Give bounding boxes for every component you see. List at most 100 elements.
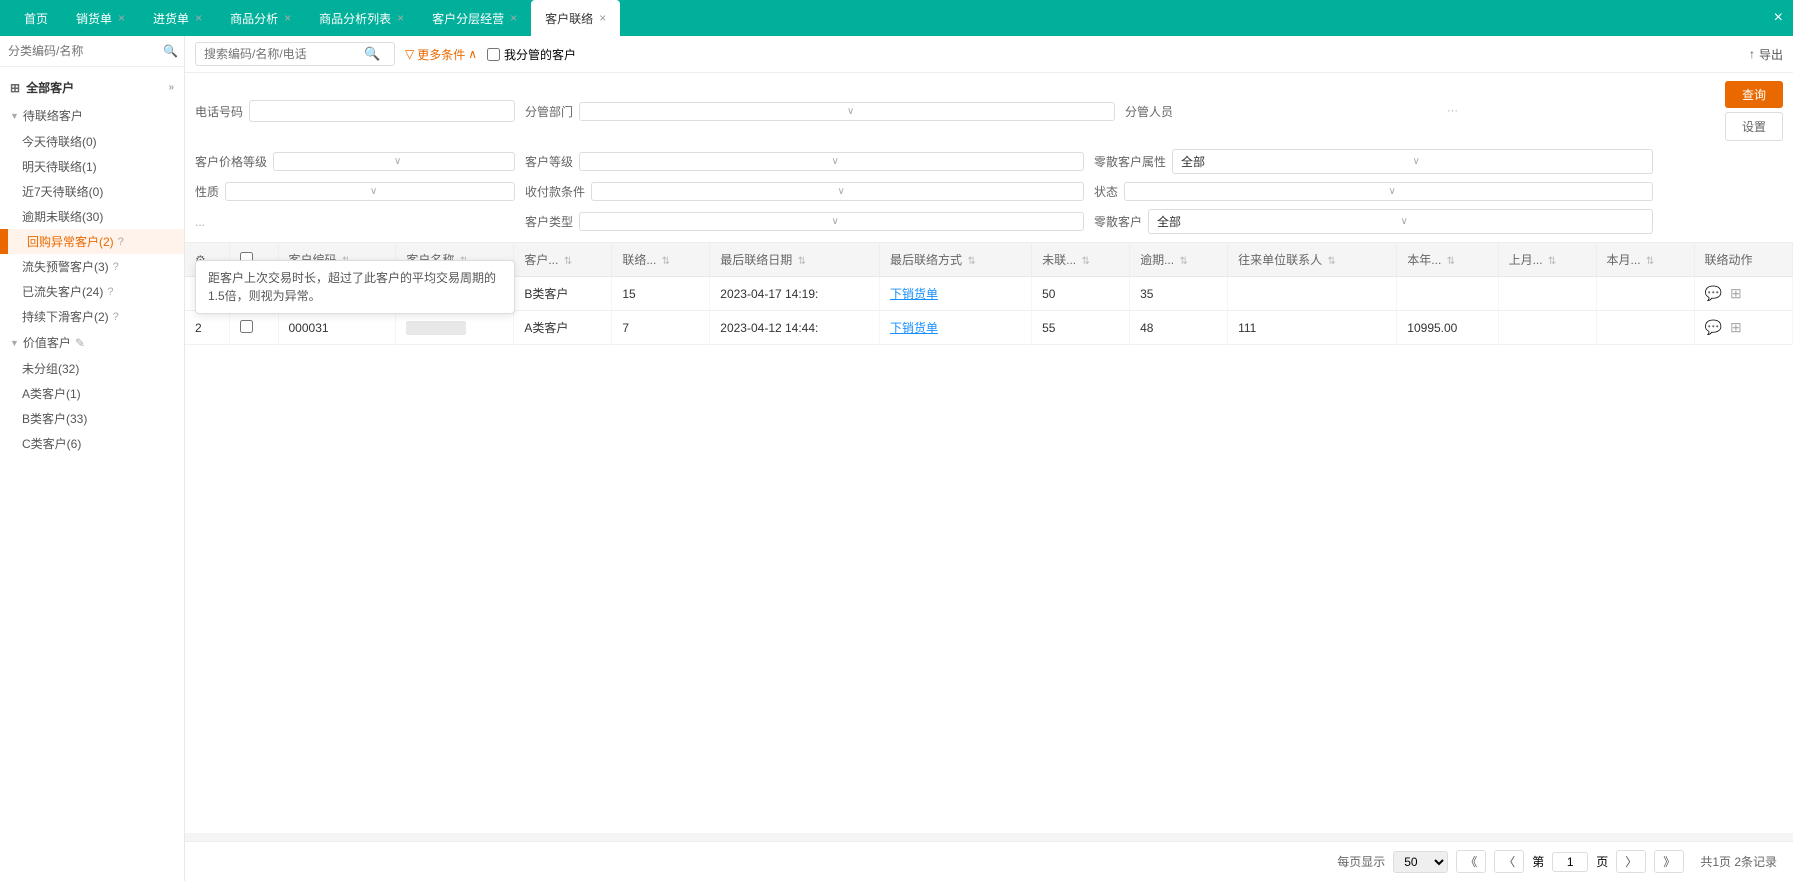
customer-type-chev-icon: ∨ <box>832 216 1076 227</box>
query-button[interactable]: 查询 <box>1725 81 1783 108</box>
sidebar-value-group[interactable]: ▼ 价值客户 ✎ <box>0 329 184 356</box>
declining-info-icon[interactable]: ? <box>113 311 119 323</box>
more-dots-icon[interactable]: ... <box>195 215 205 229</box>
phone-input[interactable] <box>249 100 515 122</box>
row1-uncontacted: 50 <box>1032 277 1130 311</box>
row2-contact-count: 7 <box>612 311 710 345</box>
row2-unit-contact: 111 <box>1228 311 1397 345</box>
close-sales-order-icon[interactable]: × <box>118 11 125 25</box>
sidebar-item-class-c[interactable]: C类客户(6) <box>0 431 184 456</box>
row1-method-link[interactable]: 下销货单 <box>890 287 938 301</box>
row1-contact-count: 15 <box>612 277 710 311</box>
page-size-select[interactable]: 50 100 200 <box>1393 851 1448 873</box>
sort-last-month-icon: ⇅ <box>1548 256 1556 267</box>
col-type: 客户... ⇅ <box>514 243 612 277</box>
loss-warning-info-icon[interactable]: ? <box>113 261 119 273</box>
tri-icon: ▼ <box>10 111 19 121</box>
my-customer-checkbox[interactable] <box>487 48 500 61</box>
payment-chev-icon: ∨ <box>838 186 1076 197</box>
person-more-icon[interactable]: ··· <box>1447 105 1707 117</box>
nav-customer-segmentation[interactable]: 客户分层经营 × <box>418 0 531 36</box>
col-overdue: 逾期... ⇅ <box>1130 243 1228 277</box>
nav-sales-order[interactable]: 销货单 × <box>62 0 139 36</box>
sidebar-item-lost[interactable]: 已流失客户(24) ? <box>0 279 184 304</box>
sidebar-all-customers[interactable]: ⊞ 全部客户 » <box>0 73 184 102</box>
sidebar-section: ⊞ 全部客户 » ▼ 待联络客户 今天待联络(0) 明天待联络(1) 近7天待联… <box>0 67 184 881</box>
retail-attr-select[interactable]: 全部 ∨ <box>1172 149 1653 174</box>
value-edit-icon[interactable]: ✎ <box>75 336 85 350</box>
status-select[interactable]: ∨ <box>1124 182 1653 201</box>
sidebar-item-ungrouped[interactable]: 未分组(32) <box>0 356 184 381</box>
last-page-button[interactable]: 》 <box>1654 850 1684 873</box>
close-product-list-icon[interactable]: × <box>397 11 404 25</box>
row1-this-month <box>1596 277 1694 311</box>
chevron-down-icon: ∧ <box>468 47 477 61</box>
row2-chat-icon[interactable]: 💬 <box>1705 319 1722 336</box>
sidebar-item-7days[interactable]: 近7天待联络(0) <box>0 179 184 204</box>
gender-select[interactable]: ∨ <box>225 182 515 201</box>
nav-customer-contact[interactable]: 客户联络 × <box>531 0 620 36</box>
filter-person: 分管人员 ··· <box>1125 102 1715 120</box>
sidebar-item-repurchase[interactable]: 回购异常客户(2) ? <box>0 229 184 254</box>
customer-search-input[interactable] <box>204 47 364 61</box>
row1-more-icon[interactable]: ⊞ <box>1730 285 1742 302</box>
prev-page-button[interactable]: 〈 <box>1494 850 1524 873</box>
col-this-year: 本年... ⇅ <box>1397 243 1498 277</box>
close-product-analysis-icon[interactable]: × <box>284 11 291 25</box>
page-number-input[interactable] <box>1552 852 1588 872</box>
row1-overdue: 35 <box>1130 277 1228 311</box>
more-filter-button[interactable]: ▽ 更多条件 ∧ <box>405 46 477 63</box>
nav-product-analysis[interactable]: 商品分析 × <box>216 0 305 36</box>
col-this-month: 本月... ⇅ <box>1596 243 1694 277</box>
collapse-sidebar-icon[interactable]: » <box>168 82 174 93</box>
close-purchase-icon[interactable]: × <box>195 11 202 25</box>
row1-chat-icon[interactable]: 💬 <box>1705 285 1722 302</box>
customer-type-select[interactable]: ∨ <box>579 212 1084 231</box>
sidebar-search-input[interactable] <box>8 44 163 58</box>
col-unit-contact: 往来单位联系人 ⇅ <box>1228 243 1397 277</box>
row2-last-date: 2023-04-12 14:44: <box>710 311 880 345</box>
sidebar-item-class-b[interactable]: B类客户(33) <box>0 406 184 431</box>
lost-info-icon[interactable]: ? <box>107 286 113 298</box>
my-customer-checkbox-wrap[interactable]: 我分管的客户 <box>487 46 576 63</box>
horizontal-scrollbar[interactable] <box>185 833 1793 841</box>
customer-search-icon[interactable]: 🔍 <box>364 46 380 62</box>
filter-price-level: 客户价格等级 ∨ <box>195 152 515 171</box>
price-level-select[interactable]: ∨ <box>273 152 515 171</box>
row1-action-icons: 💬 ⊞ <box>1705 285 1783 302</box>
customer-level-select[interactable]: ∨ <box>579 152 1084 171</box>
customer-level-chev-icon: ∨ <box>832 156 1076 167</box>
nav-home[interactable]: 首页 <box>10 0 62 36</box>
payment-select[interactable]: ∨ <box>591 182 1084 201</box>
sidebar-item-loss-warning[interactable]: 流失预警客户(3) ? <box>0 254 184 279</box>
row2-checkbox-input[interactable] <box>240 320 253 333</box>
sidebar-pending-group[interactable]: ▼ 待联络客户 <box>0 102 184 129</box>
export-button[interactable]: ↑ 导出 <box>1749 46 1783 63</box>
dept-select[interactable]: ∨ <box>579 102 1115 121</box>
sidebar-item-today[interactable]: 今天待联络(0) <box>0 129 184 154</box>
close-segmentation-icon[interactable]: × <box>510 11 517 25</box>
col-contact-count: 联络... ⇅ <box>612 243 710 277</box>
sidebar-item-overdue[interactable]: 逾期未联络(30) <box>0 204 184 229</box>
sidebar-item-declining[interactable]: 持续下滑客户(2) ? <box>0 304 184 329</box>
row2-method-link[interactable]: 下销货单 <box>890 321 938 335</box>
first-page-button[interactable]: 《 <box>1456 850 1486 873</box>
next-page-button[interactable]: 〉 <box>1616 850 1646 873</box>
sidebar-item-class-a[interactable]: A类客户(1) <box>0 381 184 406</box>
nav-product-analysis-list[interactable]: 商品分析列表 × <box>305 0 418 36</box>
close-contact-icon[interactable]: × <box>599 11 606 25</box>
repurchase-info-icon[interactable]: ? <box>118 236 124 248</box>
row2-more-icon[interactable]: ⊞ <box>1730 319 1742 336</box>
settings-button[interactable]: 设置 <box>1725 112 1783 141</box>
nav-purchase-order[interactable]: 进货单 × <box>139 0 216 36</box>
person-select[interactable]: ··· <box>1179 102 1715 120</box>
sort-uncontacted-icon: ⇅ <box>1081 256 1089 267</box>
sidebar-search-icon[interactable]: 🔍 <box>163 44 178 58</box>
filter-phone: 电话号码 <box>195 100 515 122</box>
col-action: 联络动作 <box>1694 243 1793 277</box>
sidebar-item-tomorrow[interactable]: 明天待联络(1) <box>0 154 184 179</box>
close-all-button[interactable]: × <box>1774 9 1783 27</box>
sidebar-search-wrap: 🔍 <box>0 36 184 67</box>
retail-customer-select[interactable]: 全部 ∨ <box>1148 209 1653 234</box>
col-last-date: 最后联络日期 ⇅ <box>710 243 880 277</box>
